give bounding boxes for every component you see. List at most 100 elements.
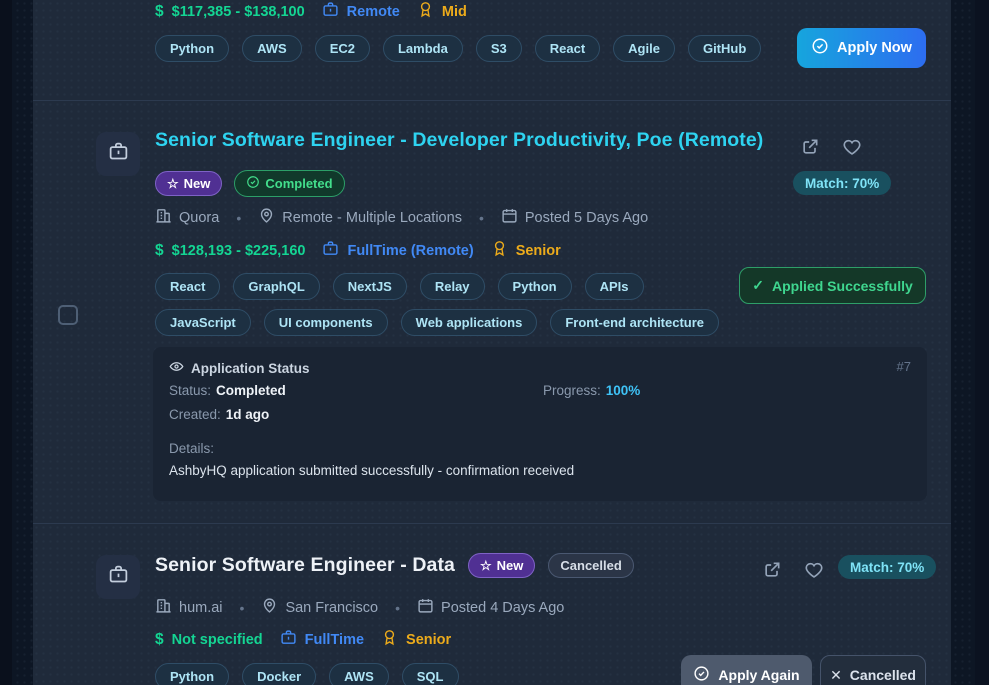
status-panel-title: Application Status: [191, 361, 310, 376]
posted-label: Posted 4 Days Ago: [441, 600, 564, 616]
calendar-icon: [501, 207, 518, 228]
job-card-top-partial: $ $117,385 - $138,100 Remote Mid Python …: [33, 0, 951, 101]
skill-tag: AWS: [242, 35, 302, 62]
external-link-button[interactable]: [761, 560, 783, 582]
award-icon: [417, 1, 434, 22]
skill-tag: Agile: [613, 35, 675, 62]
company: hum.ai: [155, 597, 223, 618]
separator-dot: •: [475, 210, 488, 226]
favorite-button[interactable]: [803, 560, 825, 582]
external-link-icon: [762, 568, 782, 583]
skill-tag: GraphQL: [233, 273, 319, 300]
building-icon: [155, 597, 172, 618]
work-mode-label: Remote: [347, 4, 400, 20]
posted-label: Posted 5 Days Ago: [525, 210, 648, 226]
skill-tag: Lambda: [383, 35, 463, 62]
salary-range: $117,385 - $138,100: [172, 4, 305, 20]
skill-tag: GitHub: [688, 35, 761, 62]
employment-label: FullTime (Remote): [347, 243, 473, 259]
seniority: Mid: [417, 1, 467, 22]
seniority: Senior: [491, 240, 561, 261]
skill-tags: Python AWS EC2 Lambda S3 React Agile Git…: [155, 35, 795, 62]
award-icon: [491, 240, 508, 261]
dollar-icon: $: [155, 242, 164, 260]
page-left-edge: [0, 0, 12, 685]
applied-successfully-button[interactable]: ✓ Applied Successfully: [739, 267, 926, 304]
job-meta-row: hum.ai • San Francisco • Posted 4 Days A…: [155, 597, 564, 618]
skill-tags: React GraphQL NextJS Relay Python APIs J…: [155, 273, 735, 336]
seniority-label: Senior: [406, 632, 451, 648]
job-title[interactable]: Senior Software Engineer - Developer Pro…: [155, 129, 763, 152]
briefcase-icon: [322, 240, 339, 261]
separator-dot: •: [232, 210, 245, 226]
job-meta-row: Quora • Remote - Multiple Locations • Po…: [155, 207, 648, 228]
location-label: San Francisco: [285, 600, 378, 616]
company-name: Quora: [179, 210, 219, 226]
dollar-icon: $: [155, 631, 164, 649]
status-badge: Completed: [234, 170, 344, 197]
company-logo: [96, 132, 140, 176]
salary-range: $128,193 - $225,160: [172, 243, 306, 259]
skill-tag: S3: [476, 35, 522, 62]
details-value: AshbyHQ application submitted successful…: [169, 463, 574, 478]
status-value: Completed: [216, 383, 286, 398]
skill-tag: SQL: [402, 663, 459, 685]
favorite-button[interactable]: [841, 137, 863, 159]
new-badge: ☆ New: [468, 553, 535, 578]
compensation-row: $ Not specified FullTime Senior: [155, 629, 451, 650]
heart-icon: [842, 145, 862, 160]
seniority-label: Mid: [442, 4, 467, 20]
apply-now-label: Apply Now: [837, 40, 912, 56]
star-icon: ☆: [480, 559, 492, 572]
status-badge-label: Completed: [265, 176, 332, 192]
status-panel-header: Application Status: [169, 359, 310, 377]
external-link-button[interactable]: [799, 137, 821, 159]
separator-dot: •: [391, 600, 404, 616]
skill-tag: EC2: [315, 35, 370, 62]
location: San Francisco: [261, 597, 378, 618]
compensation-row: $ $117,385 - $138,100 Remote Mid: [155, 1, 467, 22]
skill-tags: Python Docker AWS SQL: [155, 663, 655, 685]
seniority-label: Senior: [516, 243, 561, 259]
briefcase-icon: [108, 564, 129, 590]
posted-date: Posted 5 Days Ago: [501, 207, 648, 228]
dollar-icon: $: [155, 3, 164, 21]
external-link-icon: [800, 145, 820, 160]
created-value: 1d ago: [226, 407, 270, 422]
apply-now-button[interactable]: Apply Now: [797, 28, 926, 68]
compensation-row: $ $128,193 - $225,160 FullTime (Remote) …: [155, 240, 561, 261]
skill-tag: React: [535, 35, 600, 62]
new-badge-label: New: [497, 558, 524, 574]
progress-label: Progress:: [543, 383, 601, 398]
apply-again-button[interactable]: Apply Again: [681, 655, 812, 685]
job-title[interactable]: Senior Software Engineer - Data: [155, 554, 455, 577]
select-job-checkbox[interactable]: [58, 305, 78, 325]
badges-row: ☆ New Completed: [155, 170, 345, 197]
eye-icon: [169, 359, 184, 377]
work-mode: Remote: [322, 1, 400, 22]
employment-label: FullTime: [305, 632, 364, 648]
check-circle-icon: [693, 665, 710, 685]
cancelled-label: Cancelled: [850, 667, 916, 683]
new-badge-label: New: [184, 176, 211, 192]
location-label: Remote - Multiple Locations: [282, 210, 462, 226]
progress-row: Progress:100%: [543, 383, 640, 398]
cancelled-button[interactable]: ✕ Cancelled: [820, 655, 926, 685]
created-row: Created: 1d ago: [169, 407, 269, 422]
star-icon: ☆: [167, 177, 179, 190]
skill-tag: Python: [498, 273, 572, 300]
job-card-data: Senior Software Engineer - Data ☆ New Ca…: [33, 524, 951, 685]
employment-type: FullTime (Remote): [322, 240, 473, 261]
skill-tag: React: [155, 273, 220, 300]
skill-tag: Web applications: [401, 309, 538, 336]
company-name: hum.ai: [179, 600, 223, 616]
created-label: Created:: [169, 407, 221, 422]
skill-tag: JavaScript: [155, 309, 251, 336]
job-list: $ $117,385 - $138,100 Remote Mid Python …: [33, 0, 951, 685]
skill-tag: Python: [155, 663, 229, 685]
status-label: Status:: [169, 383, 211, 398]
company: Quora: [155, 207, 219, 228]
check-circle-icon: [246, 175, 260, 193]
check-icon: ✓: [752, 277, 764, 294]
new-badge: ☆ New: [155, 171, 222, 196]
